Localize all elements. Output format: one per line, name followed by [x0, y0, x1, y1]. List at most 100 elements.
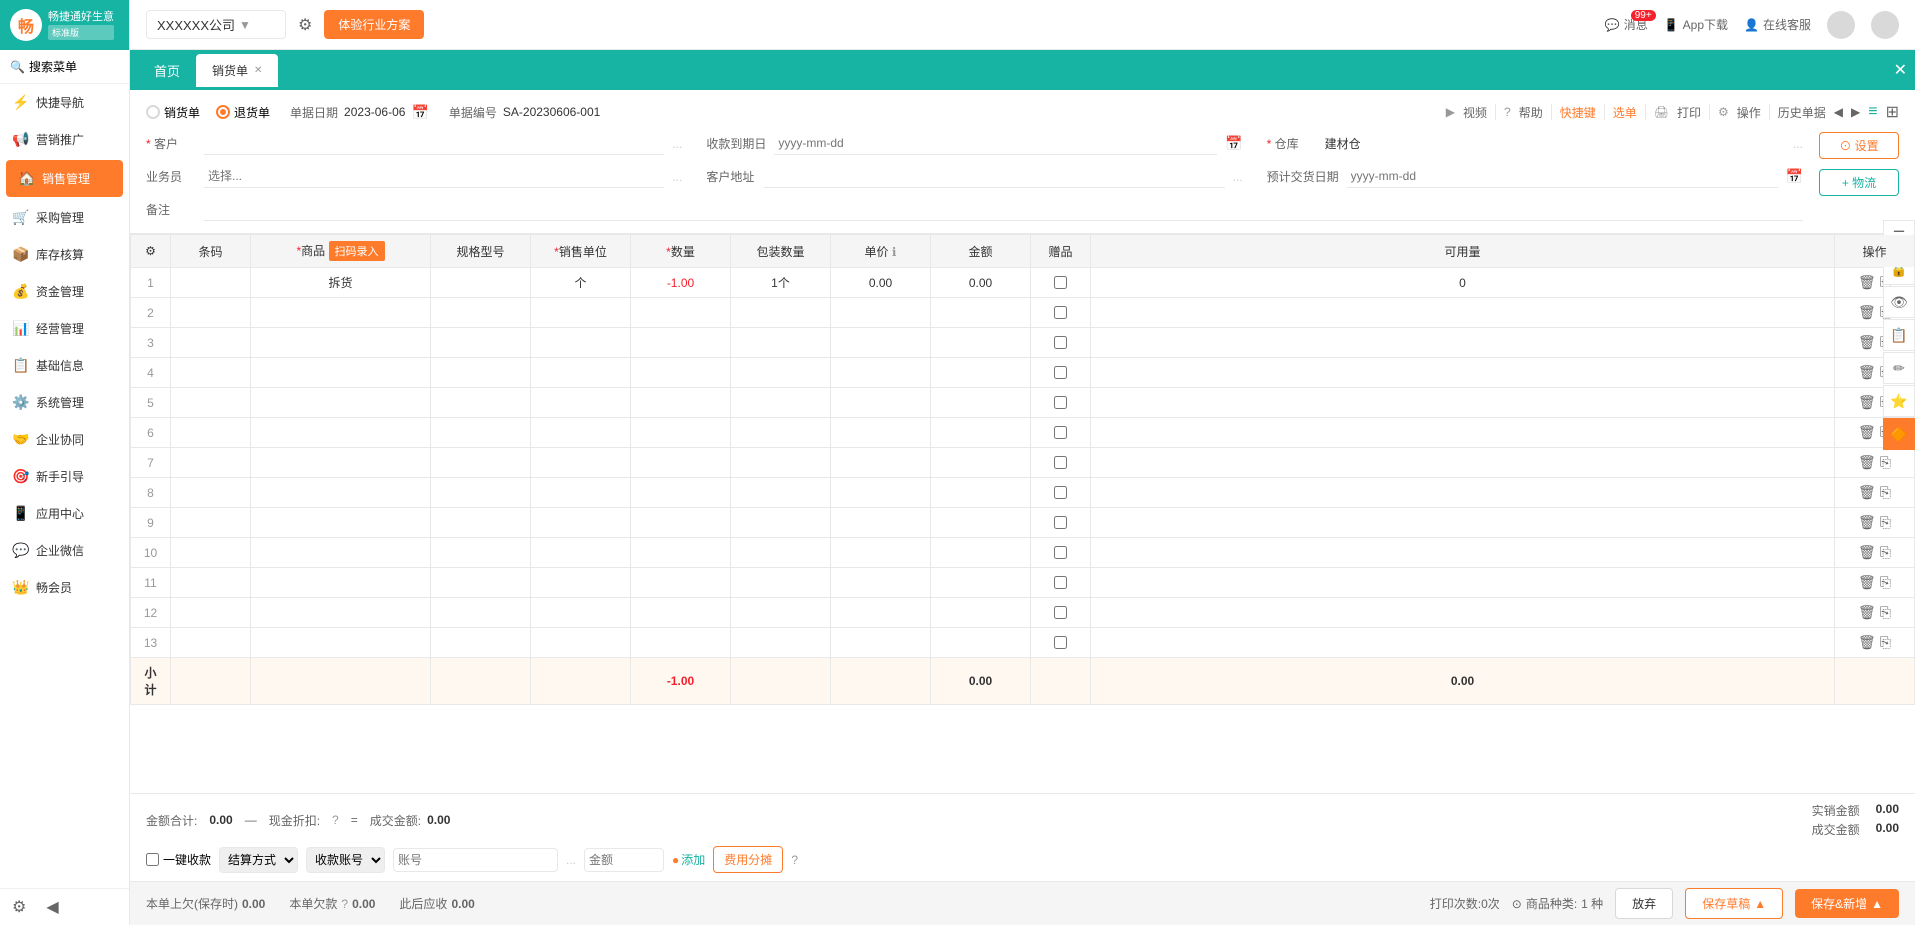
- sidebar-nav-guide[interactable]: 🎯 新手引导: [0, 458, 129, 495]
- delete-row-button[interactable]: 🗑: [1858, 304, 1876, 321]
- one-click-pay-checkbox[interactable]: [146, 853, 159, 866]
- salesman-dots[interactable]: ...: [672, 170, 682, 184]
- delete-row-button[interactable]: 🗑: [1858, 454, 1876, 471]
- sidebar-nav-sales[interactable]: 🏠 销售管理: [6, 160, 123, 197]
- account-dots[interactable]: ...: [566, 853, 576, 867]
- scan-button[interactable]: 扫码录入: [329, 241, 385, 261]
- tab-home[interactable]: 首页: [138, 53, 196, 88]
- copy-row-button[interactable]: ⎘: [1880, 544, 1891, 561]
- delete-row-button[interactable]: 🗑: [1858, 514, 1876, 531]
- float-btn-3[interactable]: 👁: [1883, 286, 1915, 318]
- total-debt-help[interactable]: ?: [341, 897, 348, 911]
- sidebar-nav-member[interactable]: 👑 畅会员: [0, 569, 129, 606]
- copy-row-button[interactable]: ⎘: [1880, 634, 1891, 651]
- account-input[interactable]: [393, 848, 558, 872]
- customer-addr-dots[interactable]: ...: [1233, 170, 1243, 184]
- gift-checkbox[interactable]: [1054, 546, 1067, 559]
- gift-checkbox[interactable]: [1054, 336, 1067, 349]
- gift-checkbox[interactable]: [1054, 636, 1067, 649]
- sidebar-nav-operations[interactable]: 📊 经营管理: [0, 310, 129, 347]
- logistics-button[interactable]: + 物流: [1819, 169, 1899, 196]
- gift-checkbox[interactable]: [1054, 306, 1067, 319]
- company-selector[interactable]: XXXXXX公司 ▼: [146, 10, 286, 39]
- sidebar-nav-system[interactable]: ⚙️ 系统管理: [0, 384, 129, 421]
- gift-checkbox[interactable]: [1054, 276, 1067, 289]
- settings-button[interactable]: ⊙ 设置: [1819, 132, 1899, 159]
- gear-icon[interactable]: ⚙: [298, 15, 312, 35]
- sidebar-nav-collab[interactable]: 🤝 企业协同: [0, 421, 129, 458]
- tab-bar-close-icon[interactable]: ✕: [1894, 60, 1907, 80]
- sidebar-search[interactable]: 🔍 搜索菜单: [0, 50, 129, 84]
- sidebar-nav-appstore[interactable]: 📱 应用中心: [0, 495, 129, 532]
- history-btn[interactable]: 历史单据: [1778, 104, 1826, 121]
- video-btn[interactable]: 视频: [1463, 104, 1487, 121]
- calendar-icon[interactable]: 📅: [411, 104, 428, 121]
- delete-row-button[interactable]: 🗑: [1858, 394, 1876, 411]
- trial-button[interactable]: 体验行业方案: [324, 10, 424, 39]
- delete-row-button[interactable]: 🗑: [1858, 604, 1876, 621]
- th-gear[interactable]: ⚙: [131, 235, 171, 268]
- arrow-right-icon[interactable]: ▶: [1851, 105, 1860, 119]
- save-draft-button[interactable]: 保存草稿 ▲: [1685, 888, 1783, 919]
- app-download-button[interactable]: 📱 App下载: [1664, 16, 1728, 33]
- gift-checkbox[interactable]: [1054, 516, 1067, 529]
- customer-dots[interactable]: ...: [672, 137, 682, 151]
- customer-addr-input[interactable]: [764, 165, 1224, 188]
- gift-checkbox[interactable]: [1054, 396, 1067, 409]
- sidebar-nav-wechat[interactable]: 💬 企业微信: [0, 532, 129, 569]
- delete-row-button[interactable]: 🗑: [1858, 274, 1876, 291]
- sidebar-nav-inventory[interactable]: 📦 库存核算: [0, 236, 129, 273]
- delete-row-button[interactable]: 🗑: [1858, 544, 1876, 561]
- expected-date-calendar-icon[interactable]: 📅: [1786, 168, 1803, 185]
- shortcut-btn[interactable]: 快捷键: [1560, 104, 1596, 121]
- help-btn[interactable]: 帮助: [1519, 104, 1543, 121]
- account-select[interactable]: 收款账号: [306, 847, 385, 873]
- copy-row-button[interactable]: ⎘: [1880, 514, 1891, 531]
- sidebar-settings-icon[interactable]: ⚙: [12, 897, 26, 917]
- float-btn-5[interactable]: ✏: [1883, 352, 1915, 384]
- message-button[interactable]: 💬 消息 99+: [1605, 16, 1648, 33]
- arrow-left-icon[interactable]: ◀: [1834, 105, 1843, 119]
- delete-row-button[interactable]: 🗑: [1858, 574, 1876, 591]
- float-btn-6[interactable]: ⭐: [1883, 385, 1915, 417]
- discard-button[interactable]: 放弃: [1615, 888, 1673, 919]
- copy-row-button[interactable]: ⎘: [1880, 574, 1891, 591]
- discount-help-icon[interactable]: ?: [332, 813, 339, 827]
- sidebar-nav-basics[interactable]: 📋 基础信息: [0, 347, 129, 384]
- gift-checkbox[interactable]: [1054, 576, 1067, 589]
- avatar2[interactable]: [1871, 11, 1899, 39]
- radio-sales[interactable]: 销货单: [146, 104, 200, 121]
- float-btn-7[interactable]: 🔶: [1883, 418, 1915, 450]
- radio-return[interactable]: 退货单: [216, 104, 270, 121]
- due-date-input[interactable]: [774, 132, 1217, 155]
- copy-row-button[interactable]: ⎘: [1880, 604, 1891, 621]
- delete-row-button[interactable]: 🗑: [1858, 364, 1876, 381]
- expected-date-input[interactable]: [1347, 165, 1778, 188]
- add-button[interactable]: ● 添加: [672, 851, 705, 868]
- amount-input[interactable]: [584, 848, 664, 872]
- tab-sales-order[interactable]: 销货单 ✕: [196, 54, 278, 87]
- row-price[interactable]: 0.00: [831, 268, 931, 298]
- select-btn[interactable]: 选单: [1613, 104, 1637, 121]
- save-new-button[interactable]: 保存&新增 ▲: [1795, 889, 1899, 918]
- row-product[interactable]: 拆货: [251, 268, 431, 298]
- salesman-input[interactable]: [204, 165, 664, 188]
- table-scroll[interactable]: ⚙ 条码 *商品 扫码录入 规格型号 *销售单位 *数量 包装数量 单价 ℹ 金…: [130, 234, 1915, 793]
- sidebar-collapse-icon[interactable]: ◀: [46, 897, 58, 917]
- float-btn-4[interactable]: 📋: [1883, 319, 1915, 351]
- warehouse-dots[interactable]: ...: [1793, 137, 1803, 151]
- gift-checkbox[interactable]: [1054, 426, 1067, 439]
- copy-row-button[interactable]: ⎘: [1880, 484, 1891, 501]
- gift-checkbox[interactable]: [1054, 486, 1067, 499]
- delete-row-button[interactable]: 🗑: [1858, 334, 1876, 351]
- list-view-icon[interactable]: ≡: [1868, 103, 1877, 121]
- copy-row-button[interactable]: ⎘: [1880, 454, 1891, 471]
- calc-method-select[interactable]: 结算方式: [219, 847, 298, 873]
- expense-button[interactable]: 费用分摊: [713, 846, 783, 873]
- ops-btn[interactable]: 操作: [1737, 104, 1761, 121]
- print-btn[interactable]: 打印: [1677, 104, 1701, 121]
- tab-close-icon[interactable]: ✕: [254, 65, 262, 76]
- sidebar-nav-purchase[interactable]: 🛒 采购管理: [0, 199, 129, 236]
- delete-row-button[interactable]: 🗑: [1858, 484, 1876, 501]
- sidebar-nav-quick[interactable]: ⚡ 快捷导航: [0, 84, 129, 121]
